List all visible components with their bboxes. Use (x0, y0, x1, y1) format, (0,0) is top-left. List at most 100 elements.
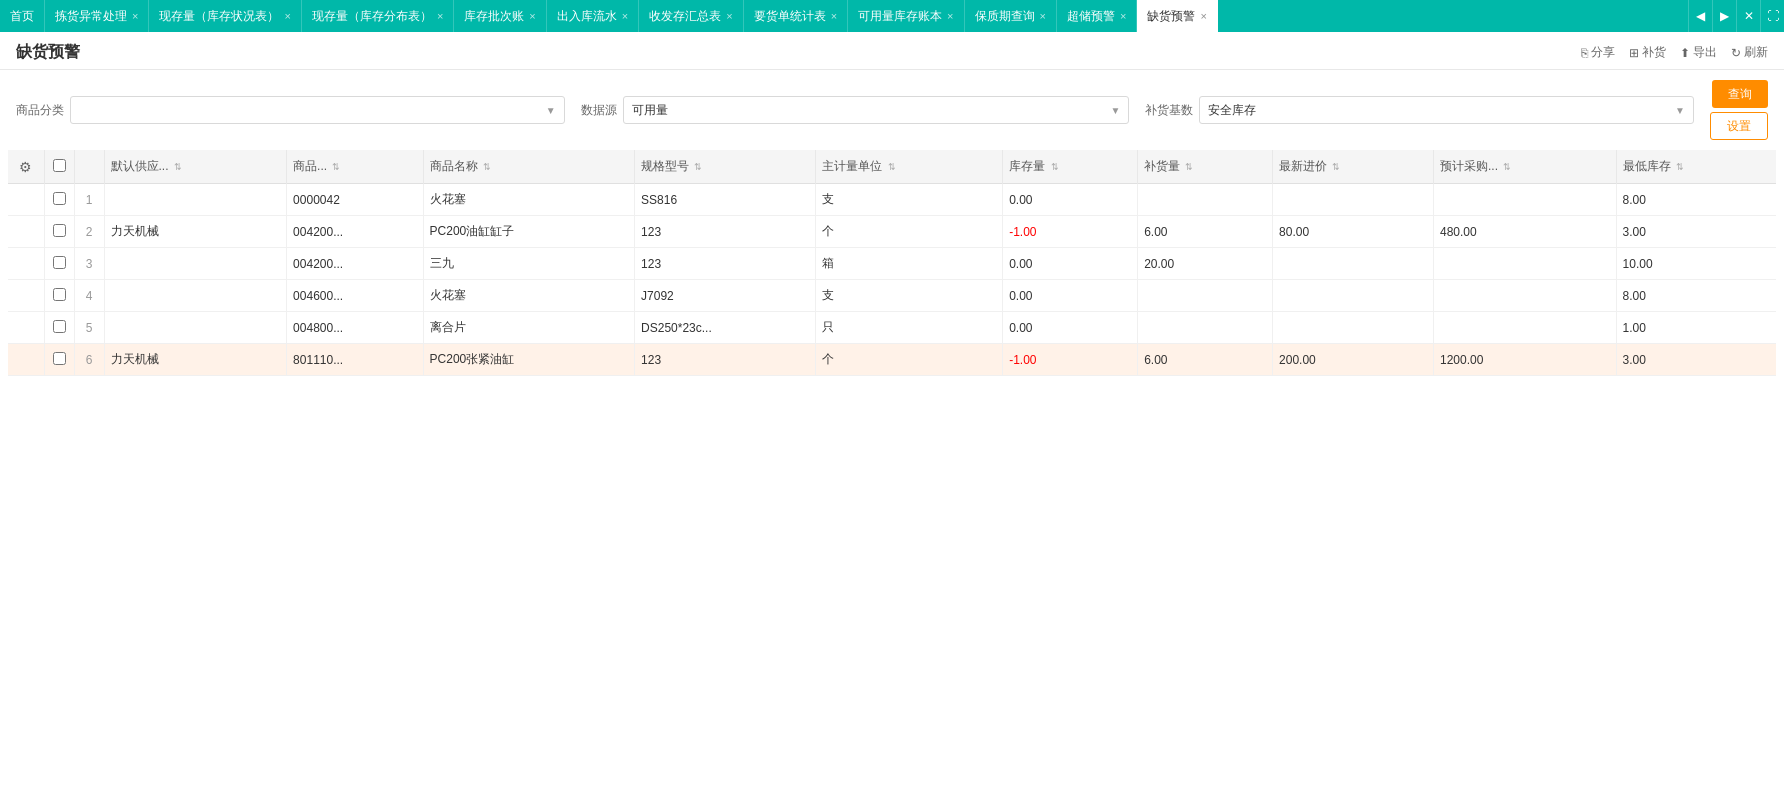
row-checkbox-cell[interactable] (44, 216, 74, 248)
export-icon: ⬆ (1680, 46, 1690, 60)
datasource-select[interactable]: 可用量 ▼ (623, 96, 1130, 124)
col-unit-sort-icon: ⇅ (888, 162, 896, 172)
tab-shortage-label: 缺货预警 (1147, 8, 1195, 25)
cell-default-supplier (104, 280, 287, 312)
col-min-stock[interactable]: 最低库存 ⇅ (1616, 150, 1776, 184)
tab-batch-account-close[interactable]: × (529, 10, 535, 22)
cell-latest-price (1273, 184, 1434, 216)
col-settings[interactable]: ⚙ (8, 150, 44, 184)
row-checkbox[interactable] (53, 288, 66, 301)
tab-shortage-close[interactable]: × (1200, 10, 1206, 22)
col-estimated-purchase-label: 预计采购... (1440, 159, 1498, 173)
tab-available-ledger[interactable]: 可用量库存账本 × (848, 0, 964, 32)
col-latest-price[interactable]: 最新进价 ⇅ (1273, 150, 1434, 184)
category-filter-label: 商品分类 (16, 102, 64, 119)
tab-next-button[interactable]: ▶ (1712, 0, 1736, 32)
cell-unit: 箱 (816, 248, 1003, 280)
cell-unit: 个 (816, 216, 1003, 248)
col-estimated-purchase-sort-icon: ⇅ (1503, 162, 1511, 172)
tab-inventory-status-close[interactable]: × (284, 10, 290, 22)
tab-inventory-status[interactable]: 现存量（库存状况表） × (149, 0, 301, 32)
datasource-filter-label: 数据源 (581, 102, 617, 119)
tab-expiry-query-close[interactable]: × (1040, 10, 1046, 22)
tab-receive-summary-close[interactable]: × (726, 10, 732, 22)
col-min-stock-label: 最低库存 (1623, 159, 1671, 173)
tab-prev-button[interactable]: ◀ (1688, 0, 1712, 32)
tab-batch-account[interactable]: 库存批次账 × (454, 0, 546, 32)
col-estimated-purchase[interactable]: 预计采购... ⇅ (1434, 150, 1617, 184)
export-button[interactable]: ⬆ 导出 (1680, 44, 1717, 61)
cell-latest-price: 80.00 (1273, 216, 1434, 248)
row-checkbox[interactable] (53, 224, 66, 237)
table-header-row: ⚙ 默认供应... ⇅ 商品... ⇅ 商品名称 (8, 150, 1776, 184)
row-settings-cell (8, 344, 44, 376)
cell-product-code: 004200... (287, 216, 423, 248)
col-spec[interactable]: 规格型号 ⇅ (635, 150, 816, 184)
col-product-code-label: 商品... (293, 159, 327, 173)
col-product-code[interactable]: 商品... ⇅ (287, 150, 423, 184)
datasource-chevron-icon: ▼ (1110, 105, 1120, 116)
row-checkbox-cell[interactable] (44, 280, 74, 312)
row-checkbox-cell[interactable] (44, 184, 74, 216)
cell-replenish-qty: 20.00 (1138, 248, 1273, 280)
cell-spec: DS250*23c... (635, 312, 816, 344)
col-latest-price-sort-icon: ⇅ (1332, 162, 1340, 172)
tab-home[interactable]: 首页 (0, 0, 45, 32)
settings-button[interactable]: 设置 (1710, 112, 1768, 140)
col-stock-qty[interactable]: 库存量 ⇅ (1003, 150, 1138, 184)
category-select[interactable]: ▼ (70, 96, 565, 124)
col-unit[interactable]: 主计量单位 ⇅ (816, 150, 1003, 184)
gear-icon[interactable]: ⚙ (19, 159, 32, 175)
tab-order-stats[interactable]: 要货单统计表 × (744, 0, 848, 32)
refresh-button[interactable]: ↻ 刷新 (1731, 44, 1768, 61)
tab-expiry-query-label: 保质期查询 (975, 8, 1035, 25)
tab-pick-anomaly[interactable]: 拣货异常处理 × (45, 0, 149, 32)
replenish-button[interactable]: ⊞ 补货 (1629, 44, 1666, 61)
cell-latest-price (1273, 312, 1434, 344)
select-all-checkbox[interactable] (53, 159, 66, 172)
tab-available-ledger-close[interactable]: × (947, 10, 953, 22)
cell-product-code: 004600... (287, 280, 423, 312)
row-checkbox[interactable] (53, 320, 66, 333)
tab-receive-summary[interactable]: 收发存汇总表 × (639, 0, 743, 32)
cell-unit: 只 (816, 312, 1003, 344)
cell-min-stock: 10.00 (1616, 248, 1776, 280)
col-default-supplier[interactable]: 默认供应... ⇅ (104, 150, 287, 184)
cell-default-supplier (104, 184, 287, 216)
cell-stock-qty: 0.00 (1003, 280, 1138, 312)
tab-inventory-dist[interactable]: 现存量（库存分布表） × (302, 0, 454, 32)
col-replenish-qty[interactable]: 补货量 ⇅ (1138, 150, 1273, 184)
row-checkbox-cell[interactable] (44, 344, 74, 376)
cell-spec: 123 (635, 344, 816, 376)
tab-fullscreen-button[interactable]: ⛶ (1760, 0, 1784, 32)
row-checkbox-cell[interactable] (44, 248, 74, 280)
cell-unit: 支 (816, 280, 1003, 312)
col-checkbox[interactable] (44, 150, 74, 184)
tab-overstock-close[interactable]: × (1120, 10, 1126, 22)
tab-inventory-dist-label: 现存量（库存分布表） (312, 8, 432, 25)
cell-product-name: PC200张紧油缸 (423, 344, 634, 376)
tab-order-stats-close[interactable]: × (831, 10, 837, 22)
tab-overstock[interactable]: 超储预警 × (1057, 0, 1137, 32)
tab-inout-flow[interactable]: 出入库流水 × (547, 0, 639, 32)
row-checkbox[interactable] (53, 192, 66, 205)
col-product-name[interactable]: 商品名称 ⇅ (423, 150, 634, 184)
tab-inventory-dist-close[interactable]: × (437, 10, 443, 22)
query-button[interactable]: 查询 (1712, 80, 1768, 108)
tab-inout-flow-close[interactable]: × (622, 10, 628, 22)
tab-pick-anomaly-close[interactable]: × (132, 10, 138, 22)
tab-expiry-query[interactable]: 保质期查询 × (965, 0, 1057, 32)
row-checkbox[interactable] (53, 256, 66, 269)
cell-estimated-purchase (1434, 248, 1617, 280)
category-chevron-icon: ▼ (546, 105, 556, 116)
tab-close-button[interactable]: ✕ (1736, 0, 1760, 32)
table-row: 2力天机械004200...PC200油缸缸子123个-1.006.0080.0… (8, 216, 1776, 248)
col-replenish-qty-sort-icon: ⇅ (1185, 162, 1193, 172)
col-stock-qty-sort-icon: ⇅ (1051, 162, 1059, 172)
row-checkbox[interactable] (53, 352, 66, 365)
row-checkbox-cell[interactable] (44, 312, 74, 344)
replenish-base-select[interactable]: 安全库存 ▼ (1199, 96, 1694, 124)
share-button[interactable]: ⎘ 分享 (1581, 44, 1615, 61)
tab-shortage[interactable]: 缺货预警 × (1137, 0, 1217, 32)
replenish-base-chevron-icon: ▼ (1675, 105, 1685, 116)
